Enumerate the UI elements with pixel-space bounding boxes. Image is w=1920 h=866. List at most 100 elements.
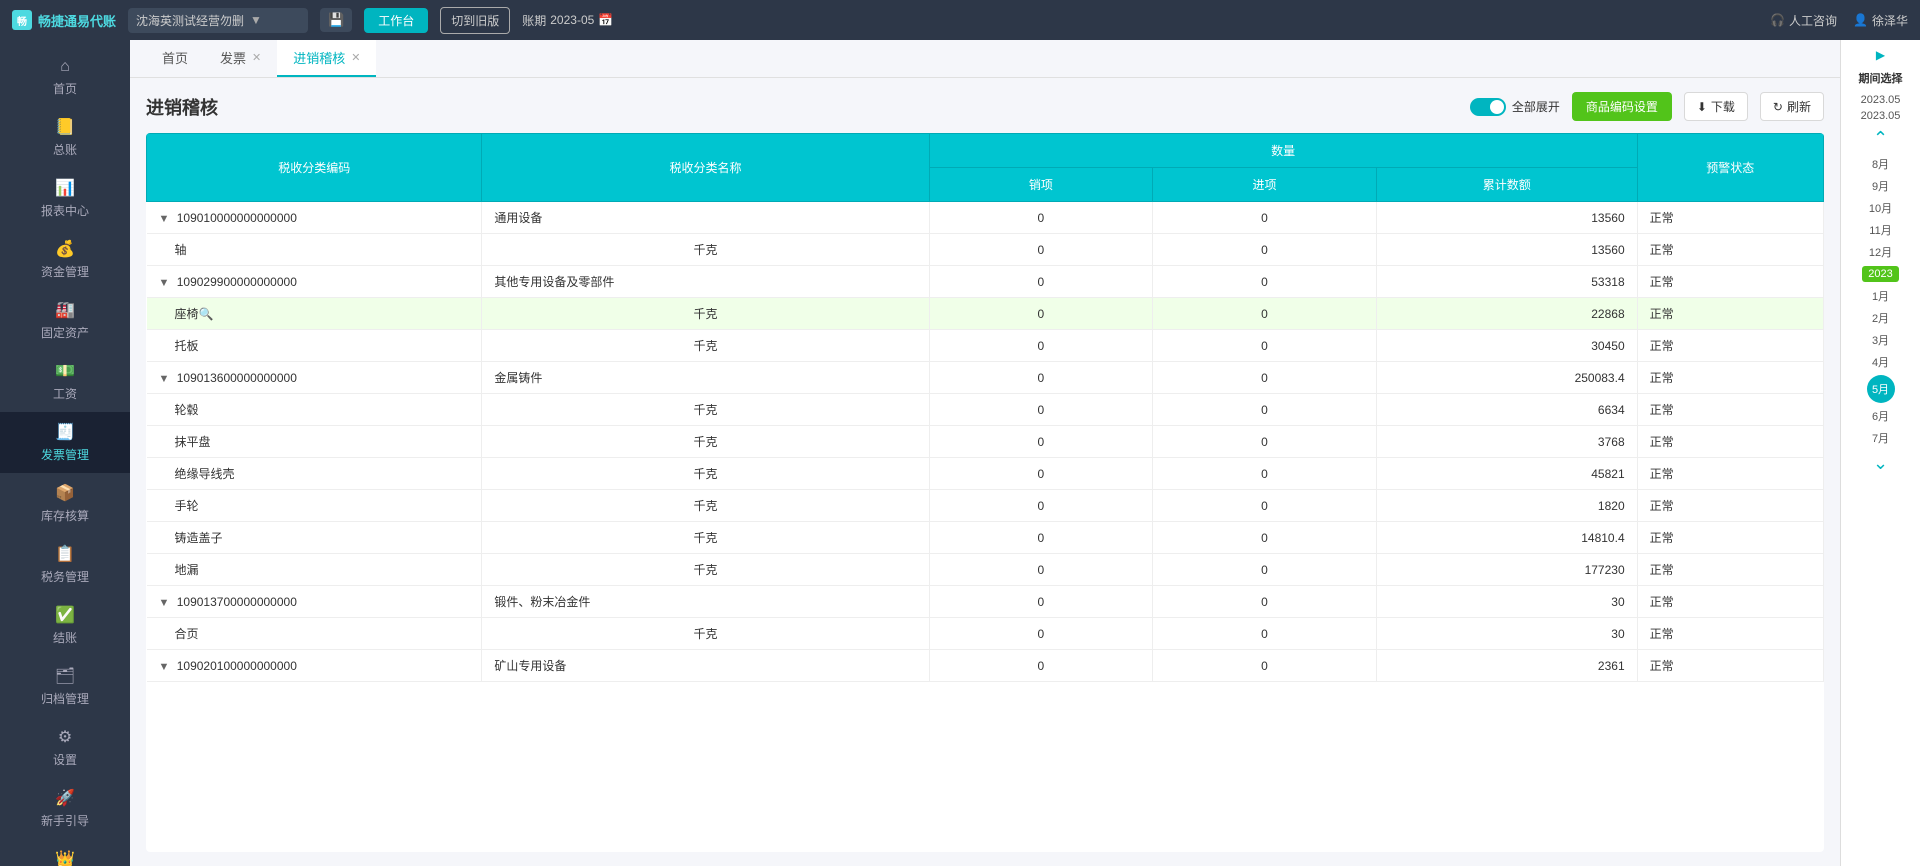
period-item-9[interactable]: 9月 — [1868, 175, 1893, 197]
period-item-11[interactable]: 11月 — [1865, 219, 1895, 241]
scroll-up-button[interactable]: ⌃ — [1873, 128, 1888, 149]
sidebar-item-guide[interactable]: 🚀 新手引导 — [0, 778, 130, 839]
search-icon[interactable]: 🔍 — [199, 307, 214, 321]
period-item-6[interactable]: 6月 — [1868, 405, 1893, 427]
td-total: 177230 — [1376, 554, 1637, 586]
download-label: 下载 — [1711, 98, 1735, 115]
sidebar-item-label: 发票管理 — [41, 446, 89, 463]
tab-reconcile[interactable]: 进销稽核 ✕ — [277, 40, 376, 77]
period-item-10[interactable]: 10月 — [1865, 197, 1896, 219]
td-tax-code: ▼ 109020100000000000 — [147, 650, 482, 682]
period-item-7[interactable]: 7月 — [1868, 427, 1893, 449]
panel-collapse-button[interactable]: ▶ — [1876, 48, 1885, 62]
tab-invoice[interactable]: 发票 ✕ — [204, 40, 277, 77]
td-name: 合页 — [147, 618, 482, 650]
support-label: 人工咨询 — [1789, 12, 1837, 29]
save-draft-button[interactable]: 💾 — [320, 8, 352, 32]
period-item-8[interactable]: 8月 — [1868, 153, 1893, 175]
td-warning: 正常 — [1637, 234, 1823, 266]
close-icon[interactable]: ✕ — [252, 51, 261, 64]
td-tax-code: ▼ 109029900000000000 — [147, 266, 482, 298]
product-code-settings-button[interactable]: 商品编码设置 — [1572, 92, 1672, 121]
td-sale: 0 — [929, 458, 1153, 490]
td-purchase: 0 — [1153, 330, 1377, 362]
sidebar-item-member[interactable]: 👑 畅会员 — [0, 839, 130, 866]
switch-version-button[interactable]: 切到旧版 — [440, 7, 510, 34]
td-warning: 正常 — [1637, 330, 1823, 362]
expand-icon[interactable]: ▼ — [159, 373, 170, 385]
td-purchase: 0 — [1153, 522, 1377, 554]
sidebar-item-capital[interactable]: 💰 资金管理 — [0, 229, 130, 290]
td-sale: 0 — [929, 266, 1153, 298]
expand-icon[interactable]: ▼ — [159, 597, 170, 609]
period-item-2023-05-a[interactable]: 2023.05 — [1857, 92, 1905, 108]
td-sale: 0 — [929, 234, 1153, 266]
company-selector[interactable]: 沈海英测试经营勿删 ▼ — [128, 8, 308, 33]
refresh-button[interactable]: ↻ 刷新 — [1760, 92, 1824, 121]
td-tax-name: 其他专用设备及零部件 — [482, 266, 929, 298]
period-item-5-active[interactable]: 5月 — [1867, 375, 1895, 403]
sidebar-item-inventory[interactable]: 📦 库存核算 — [0, 473, 130, 534]
td-name: 铸造盖子 — [147, 522, 482, 554]
code-value: 109013700000000000 — [177, 595, 297, 609]
table-row: 抹平盘 千克 0 0 3768 正常 — [147, 426, 1824, 458]
sidebar-item-label: 报表中心 — [41, 202, 89, 219]
sidebar-item-label: 设置 — [53, 751, 77, 768]
sidebar-item-home[interactable]: ⌂ 首页 — [0, 48, 130, 107]
td-total: 30 — [1376, 586, 1637, 618]
sidebar-item-settlement[interactable]: ✅ 结账 — [0, 595, 130, 656]
calendar-icon[interactable]: 📅 — [598, 13, 613, 27]
sidebar-item-reports[interactable]: 📊 报表中心 — [0, 168, 130, 229]
td-unit: 千克 — [482, 394, 929, 426]
close-icon[interactable]: ✕ — [351, 51, 360, 64]
period-item-4[interactable]: 4月 — [1868, 351, 1893, 373]
sidebar-item-settings[interactable]: ⚙ 设置 — [0, 717, 130, 778]
user-menu[interactable]: 👤 徐泽华 — [1853, 12, 1908, 29]
app-logo: 畅 畅捷通易代账 — [12, 10, 116, 30]
period-item-3[interactable]: 3月 — [1868, 329, 1893, 351]
headset-icon: 🎧 — [1770, 13, 1785, 27]
code-value: 109029900000000000 — [177, 275, 297, 289]
td-unit: 千克 — [482, 490, 929, 522]
download-icon: ⬇ — [1697, 100, 1707, 114]
td-sale: 0 — [929, 522, 1153, 554]
table-row: 轴 千克 0 0 13560 正常 — [147, 234, 1824, 266]
table-row: 托板 千克 0 0 30450 正常 — [147, 330, 1824, 362]
scroll-down-button[interactable]: ⌄ — [1873, 453, 1888, 474]
td-warning: 正常 — [1637, 298, 1823, 330]
sidebar-item-assets[interactable]: 🏭 固定资产 — [0, 290, 130, 351]
expand-icon[interactable]: ▼ — [159, 277, 170, 289]
sidebar-item-ledger[interactable]: 📒 总账 — [0, 107, 130, 168]
username: 徐泽华 — [1872, 12, 1908, 29]
settlement-icon: ✅ — [55, 605, 75, 625]
td-sale: 0 — [929, 362, 1153, 394]
year-label-2023[interactable]: 2023 — [1862, 266, 1898, 282]
tab-home[interactable]: 首页 — [146, 40, 204, 77]
td-tax-code: ▼ 109013600000000000 — [147, 362, 482, 394]
archive-icon: 🗂 — [55, 666, 75, 686]
td-total: 250083.4 — [1376, 362, 1637, 394]
support-link[interactable]: 🎧 人工咨询 — [1770, 12, 1837, 29]
tab-bar: 首页 发票 ✕ 进销稽核 ✕ — [130, 40, 1840, 78]
period-select-label: 期间选择 — [1859, 70, 1903, 86]
td-purchase: 0 — [1153, 554, 1377, 586]
period-item-12[interactable]: 12月 — [1865, 241, 1896, 263]
sidebar-item-archive[interactable]: 🗂 归档管理 — [0, 656, 130, 717]
expand-toggle[interactable] — [1470, 98, 1506, 116]
inventory-icon: 📦 — [55, 483, 75, 503]
sidebar-item-invoice[interactable]: 🧾 发票管理 — [0, 412, 130, 473]
workbench-button[interactable]: 工作台 — [364, 8, 428, 33]
td-total: 30 — [1376, 618, 1637, 650]
sidebar-item-tax[interactable]: 📋 税务管理 — [0, 534, 130, 595]
expand-icon[interactable]: ▼ — [159, 661, 170, 673]
sidebar-item-salary[interactable]: 💵 工资 — [0, 351, 130, 412]
td-sale: 0 — [929, 298, 1153, 330]
expand-icon[interactable]: ▼ — [159, 213, 170, 225]
td-warning: 正常 — [1637, 522, 1823, 554]
period-item-1[interactable]: 1月 — [1868, 285, 1893, 307]
download-button[interactable]: ⬇ 下载 — [1684, 92, 1748, 121]
tab-home-label: 首页 — [162, 48, 188, 67]
period-item-2[interactable]: 2月 — [1868, 307, 1893, 329]
period-item-2023-05-b[interactable]: 2023.05 — [1857, 108, 1905, 124]
td-warning: 正常 — [1637, 586, 1823, 618]
